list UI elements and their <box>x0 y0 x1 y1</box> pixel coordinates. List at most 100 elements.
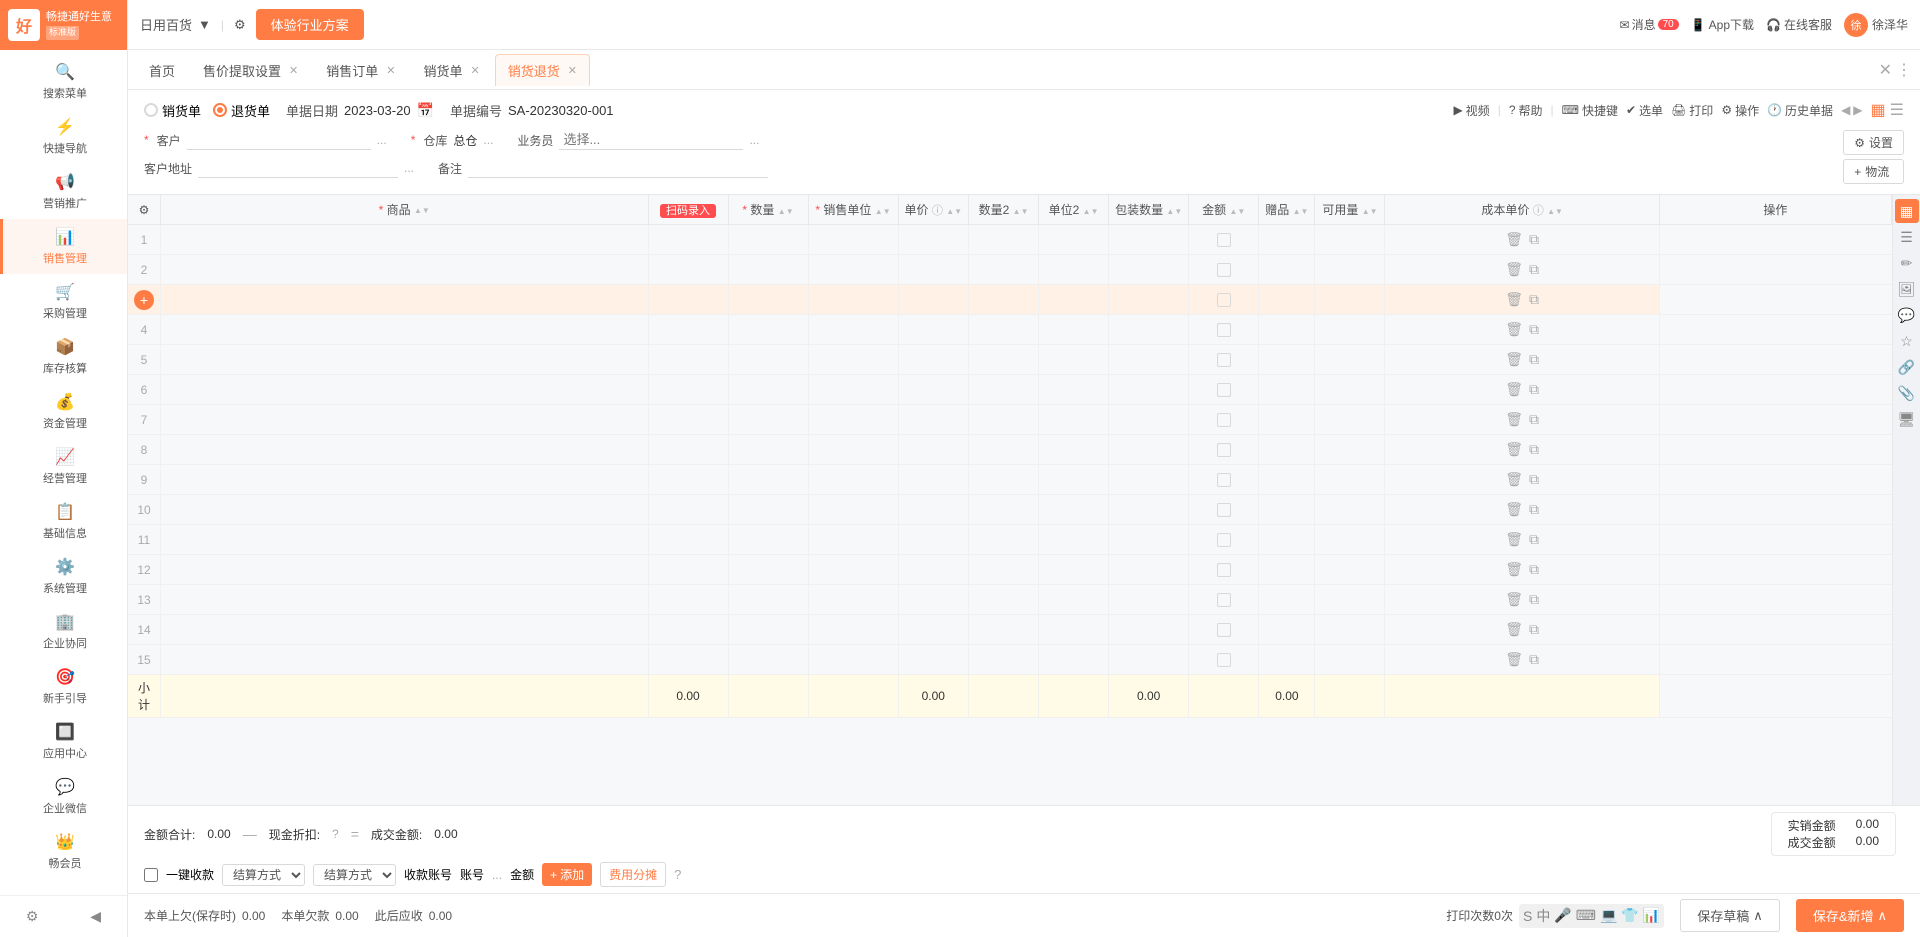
product-cell[interactable] <box>161 645 649 675</box>
amount-cell[interactable] <box>1109 555 1189 585</box>
calendar-icon[interactable]: 📅 <box>417 102 434 119</box>
qty-cell[interactable] <box>648 285 728 315</box>
bottom-icon-1[interactable]: S <box>1523 908 1532 924</box>
qty-cell[interactable] <box>648 585 728 615</box>
qty-cell[interactable] <box>648 495 728 525</box>
copy-row-icon[interactable]: ⧉ <box>1529 321 1539 338</box>
unit2-cell[interactable] <box>969 405 1039 435</box>
available-cell[interactable] <box>1259 585 1315 615</box>
sidebar-item-system[interactable]: ⚙️ 系统管理 <box>0 549 127 604</box>
cost-price-cell[interactable] <box>1315 405 1385 435</box>
topbar-daily-goods[interactable]: 日用百货 ▼ <box>140 15 211 34</box>
gift-cell[interactable] <box>1189 555 1259 585</box>
next-icon[interactable]: ▶ <box>1853 103 1862 117</box>
save-new-btn[interactable]: 保存&新增 ∧ <box>1796 899 1904 932</box>
amount-cell[interactable] <box>1109 435 1189 465</box>
gift-cell[interactable] <box>1189 285 1259 315</box>
product-cell[interactable] <box>161 555 649 585</box>
qty-cell[interactable] <box>648 555 728 585</box>
pack-qty-cell[interactable] <box>1039 525 1109 555</box>
qty2-cell[interactable] <box>898 225 969 255</box>
copy-row-icon[interactable]: ⧉ <box>1529 261 1539 278</box>
user-menu[interactable]: 徐 徐泽华 <box>1844 13 1908 37</box>
salesperson-input[interactable] <box>559 130 743 150</box>
gift-cell[interactable] <box>1189 315 1259 345</box>
sales-unit-cell[interactable] <box>728 345 808 375</box>
amount-cell[interactable] <box>1109 405 1189 435</box>
copy-row-icon[interactable]: ⧉ <box>1529 501 1539 518</box>
customer-input[interactable] <box>187 130 371 150</box>
unit2-cell[interactable] <box>969 435 1039 465</box>
bottom-icon-4[interactable]: ⌨ <box>1576 907 1596 924</box>
save-draft-btn[interactable]: 保存草稿 ∧ <box>1680 899 1780 932</box>
amount-cell[interactable] <box>1109 495 1189 525</box>
delete-row-icon[interactable]: 🗑 <box>1505 441 1523 458</box>
product-cell[interactable] <box>161 525 649 555</box>
pack-qty-cell[interactable] <box>1039 465 1109 495</box>
notes-input[interactable] <box>468 158 768 178</box>
sidebar-item-member[interactable]: 👑 畅会员 <box>0 824 127 879</box>
unit2-cell[interactable] <box>969 375 1039 405</box>
sales-unit-cell[interactable] <box>728 435 808 465</box>
tab-price-settings[interactable]: 售价提取设置 ✕ <box>190 54 311 86</box>
available-cell[interactable] <box>1259 255 1315 285</box>
tab-sales-return[interactable]: 销货退货 ✕ <box>495 54 590 86</box>
available-cell[interactable] <box>1259 615 1315 645</box>
pack-qty-cell[interactable] <box>1039 615 1109 645</box>
copy-row-icon[interactable]: ⧉ <box>1529 621 1539 638</box>
copy-row-icon[interactable]: ⧉ <box>1529 651 1539 668</box>
qty2-cell[interactable] <box>898 495 969 525</box>
gift-cell[interactable] <box>1189 465 1259 495</box>
qty2-cell[interactable] <box>898 285 969 315</box>
radio-sale[interactable]: 销货单 <box>144 101 201 120</box>
cost-price-cell[interactable] <box>1315 375 1385 405</box>
unit2-cell[interactable] <box>969 495 1039 525</box>
gift-checkbox[interactable] <box>1217 623 1231 637</box>
unit-price-cell[interactable] <box>808 465 898 495</box>
delete-row-icon[interactable]: 🗑 <box>1505 411 1523 428</box>
qty2-cell[interactable] <box>898 375 969 405</box>
sales-unit-cell[interactable] <box>728 465 808 495</box>
qty2-cell[interactable] <box>898 645 969 675</box>
product-cell[interactable] <box>161 465 649 495</box>
tab-home[interactable]: 首页 <box>136 54 188 86</box>
pack-qty-cell[interactable] <box>1039 315 1109 345</box>
unit2-cell[interactable] <box>969 585 1039 615</box>
discount-help-icon[interactable]: ? <box>332 827 339 841</box>
gift-checkbox[interactable] <box>1217 443 1231 457</box>
row-add-btn[interactable]: + <box>134 290 154 310</box>
delete-row-icon[interactable]: 🗑 <box>1505 291 1523 308</box>
warehouse-ellipsis[interactable]: ... <box>483 133 493 147</box>
qty2-cell[interactable] <box>898 315 969 345</box>
online-service-btn[interactable]: 🎧 在线客服 <box>1766 16 1832 33</box>
right-image-icon[interactable]: 🖼 <box>1895 277 1919 301</box>
list-view-icon[interactable]: ☰ <box>1890 100 1904 120</box>
right-star-icon[interactable]: ☆ <box>1895 329 1919 353</box>
delete-row-icon[interactable]: 🗑 <box>1505 351 1523 368</box>
address-input[interactable] <box>198 158 398 178</box>
tab-sales-return-close[interactable]: ✕ <box>568 64 577 77</box>
sales-unit-cell[interactable] <box>728 555 808 585</box>
sales-unit-cell[interactable] <box>728 285 808 315</box>
product-cell[interactable] <box>161 495 649 525</box>
gift-checkbox[interactable] <box>1217 473 1231 487</box>
copy-row-icon[interactable]: ⧉ <box>1529 471 1539 488</box>
pack-qty-cell[interactable] <box>1039 435 1109 465</box>
one-click-payment-checkbox[interactable] <box>144 868 158 882</box>
unit2-cell[interactable] <box>969 525 1039 555</box>
gift-checkbox[interactable] <box>1217 413 1231 427</box>
salesperson-ellipsis[interactable]: ... <box>749 133 759 147</box>
select-btn[interactable]: ✔ 选单 <box>1626 102 1663 119</box>
unit2-cell[interactable] <box>969 225 1039 255</box>
gift-checkbox[interactable] <box>1217 533 1231 547</box>
qty-cell[interactable] <box>648 225 728 255</box>
gift-cell[interactable] <box>1189 645 1259 675</box>
available-cell[interactable] <box>1259 405 1315 435</box>
gift-checkbox[interactable] <box>1217 563 1231 577</box>
qty-cell[interactable] <box>648 315 728 345</box>
sales-unit-cell[interactable] <box>728 225 808 255</box>
unit-price-cell[interactable] <box>808 405 898 435</box>
sidebar-item-enterprise[interactable]: 🏢 企业协同 <box>0 604 127 659</box>
unit-price-cell[interactable] <box>808 225 898 255</box>
qty-cell[interactable] <box>648 375 728 405</box>
